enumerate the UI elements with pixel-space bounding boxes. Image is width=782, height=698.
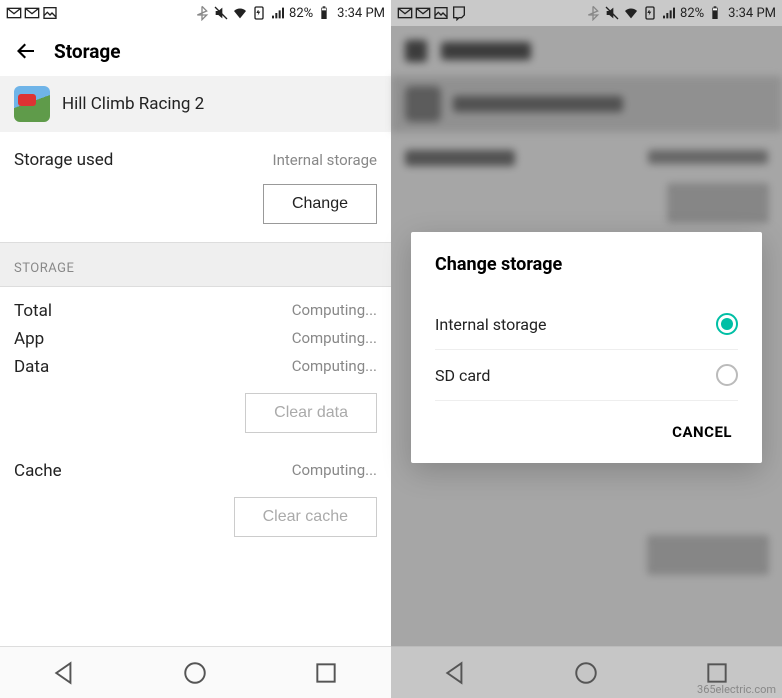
- battery-percent: 82%: [680, 6, 704, 21]
- nav-home-icon[interactable]: [182, 660, 208, 686]
- wifi-icon: [232, 5, 248, 21]
- nav-home-icon[interactable]: [573, 660, 599, 686]
- app-value: Computing...: [292, 329, 377, 349]
- clear-data-button[interactable]: Clear data: [245, 393, 377, 433]
- nav-recent-icon[interactable]: [313, 660, 339, 686]
- nav-back-icon[interactable]: [52, 660, 78, 686]
- watermark-text: 365electric.com: [697, 683, 776, 696]
- status-bar: 82% 3:34 PM: [0, 0, 391, 26]
- battery-icon: [316, 5, 332, 21]
- option-label: SD card: [435, 366, 490, 385]
- change-storage-dialog: Change storage Internal storage SD card …: [411, 232, 762, 463]
- nav-back-icon[interactable]: [443, 660, 469, 686]
- bluetooth-icon: [585, 5, 601, 21]
- app-label: App: [14, 329, 44, 349]
- twitch-icon: [451, 5, 467, 21]
- clear-cache-button[interactable]: Clear cache: [234, 497, 377, 537]
- title-bar: Storage: [0, 26, 391, 76]
- row-cache: Cache Computing...: [0, 457, 391, 485]
- gmail-icon: [6, 5, 22, 21]
- total-value: Computing...: [292, 301, 377, 321]
- app-icon: [14, 86, 50, 122]
- signal-icon: [661, 5, 677, 21]
- image-icon: [433, 5, 449, 21]
- nav-bar: [0, 646, 391, 698]
- battery-percent: 82%: [289, 6, 313, 21]
- storage-used-value: Internal storage: [272, 151, 377, 169]
- data-icon: [251, 5, 267, 21]
- signal-icon: [270, 5, 286, 21]
- total-label: Total: [14, 301, 52, 321]
- gmail-icon: [397, 5, 413, 21]
- cache-value: Computing...: [292, 461, 377, 481]
- row-data: Data Computing...: [0, 353, 391, 381]
- clock-text: 3:34 PM: [337, 6, 385, 21]
- wifi-icon: [623, 5, 639, 21]
- status-bar: 82% 3:34 PM: [391, 0, 782, 26]
- page-title: Storage: [54, 40, 121, 63]
- clock-text: 3:34 PM: [728, 6, 776, 21]
- cache-label: Cache: [14, 461, 62, 481]
- phone-left: 82% 3:34 PM Storage Hill Climb Racing 2 …: [0, 0, 391, 698]
- row-app: App Computing...: [0, 325, 391, 353]
- bluetooth-icon: [194, 5, 210, 21]
- data-icon: [642, 5, 658, 21]
- gmail-icon: [415, 5, 431, 21]
- section-header-storage: STORAGE: [0, 242, 391, 287]
- phone-right: 82% 3:34 PM Change storage Internal stor…: [391, 0, 782, 698]
- data-value: Computing...: [292, 357, 377, 377]
- radio-unselected-icon: [716, 364, 738, 386]
- dialog-title: Change storage: [435, 254, 738, 275]
- radio-selected-icon: [716, 313, 738, 335]
- mute-icon: [213, 5, 229, 21]
- option-internal-storage[interactable]: Internal storage: [435, 299, 738, 350]
- option-label: Internal storage: [435, 315, 546, 334]
- storage-used-row: Storage used Internal storage: [0, 132, 391, 178]
- back-icon[interactable]: [14, 39, 38, 63]
- gmail-icon: [24, 5, 40, 21]
- option-sd-card[interactable]: SD card: [435, 350, 738, 401]
- nav-recent-icon[interactable]: [704, 660, 730, 686]
- change-button[interactable]: Change: [263, 184, 377, 224]
- row-total: Total Computing...: [0, 297, 391, 325]
- image-icon: [42, 5, 58, 21]
- data-label: Data: [14, 357, 49, 377]
- app-row[interactable]: Hill Climb Racing 2: [0, 76, 391, 132]
- cancel-button[interactable]: CANCEL: [666, 415, 738, 449]
- mute-icon: [604, 5, 620, 21]
- battery-icon: [707, 5, 723, 21]
- app-name: Hill Climb Racing 2: [62, 94, 204, 114]
- storage-used-label: Storage used: [14, 150, 113, 170]
